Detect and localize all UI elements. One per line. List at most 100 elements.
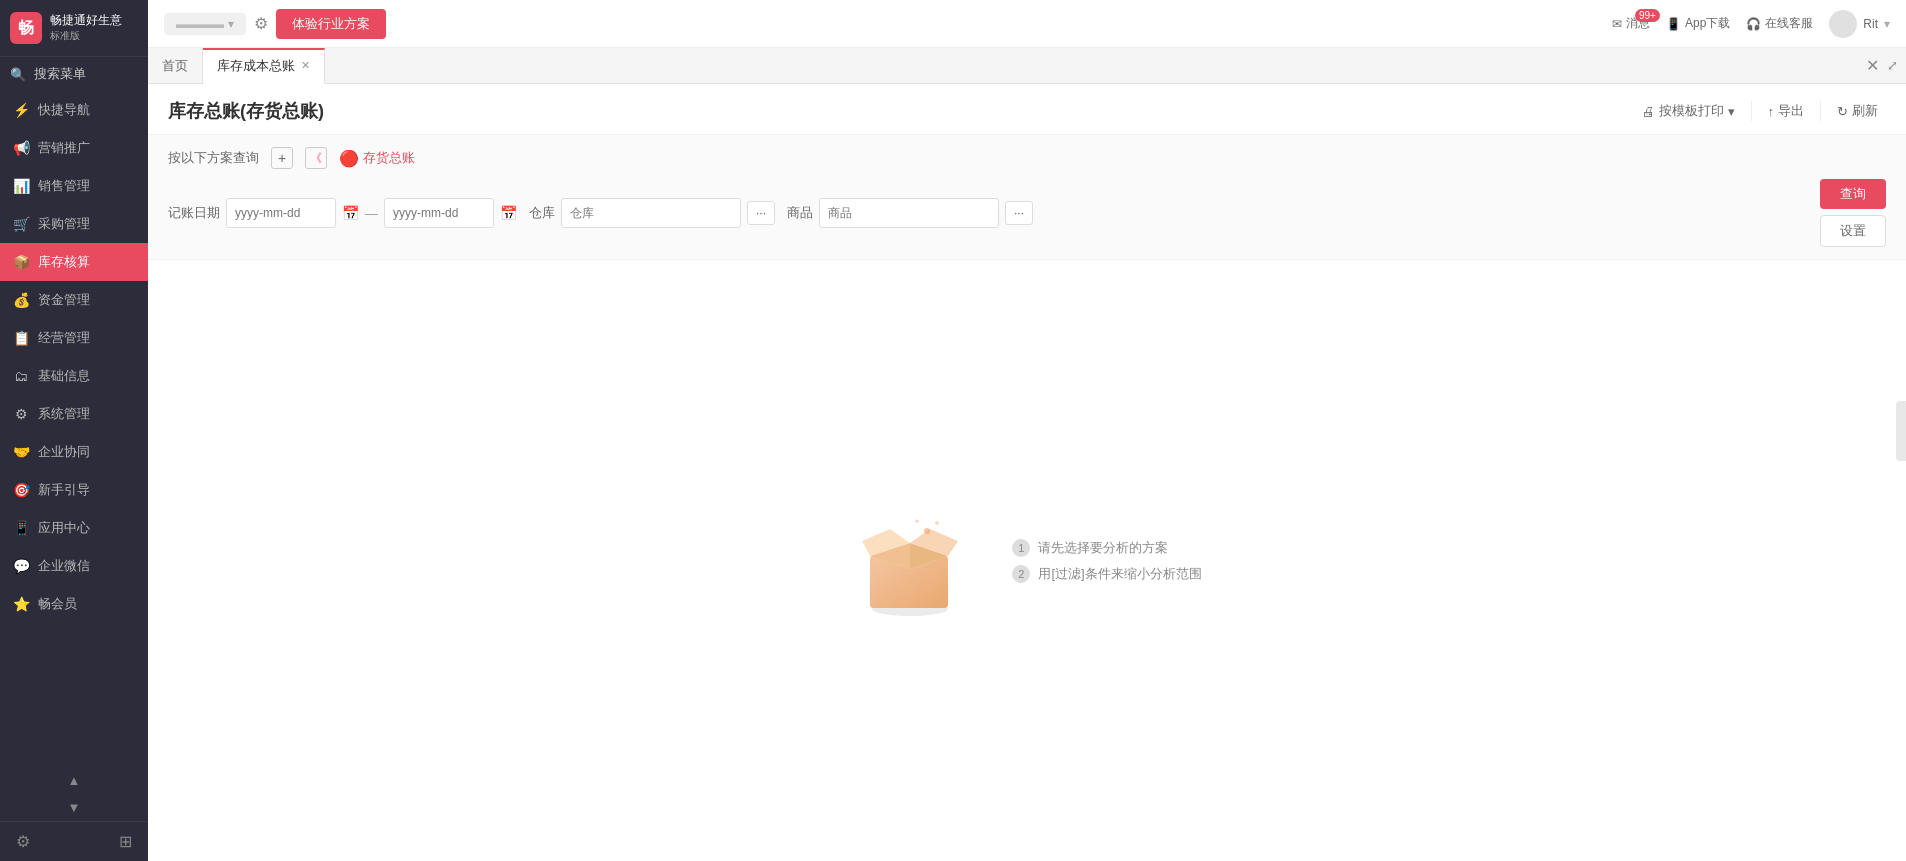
filter-collapse-btn[interactable]: 《	[305, 147, 327, 169]
sidebar-item-apps[interactable]: 📱 应用中心	[0, 509, 148, 547]
member-icon: ⭐	[12, 595, 30, 613]
sidebar-item-inventory[interactable]: 📦 库存核算	[0, 243, 148, 281]
breadcrumb[interactable]: ▬▬▬▬ ▾	[164, 13, 246, 35]
date-filter-group: 记账日期 📅 — 📅	[168, 198, 517, 228]
sidebar-item-label: 快捷导航	[38, 101, 90, 119]
content-area: 库存总账(存货总账) 🖨 按模板打印 ▾ ↑ 导出 ↻ 刷新	[148, 84, 1906, 861]
actions-divider	[1751, 101, 1752, 121]
tab-inventory-ledger[interactable]: 库存成本总账 ✕	[203, 48, 325, 84]
app-download-btn[interactable]: 📱 App下载	[1666, 15, 1730, 32]
sidebar-item-finance[interactable]: 💰 资金管理	[0, 281, 148, 319]
calendar-from-icon[interactable]: 📅	[342, 205, 359, 221]
topbar-gear-icon[interactable]: ⚙	[254, 14, 268, 33]
filter-row: 记账日期 📅 — 📅 仓库 ··· 商品 ···	[168, 179, 1886, 247]
online-service-btn[interactable]: 🎧 在线客服	[1746, 15, 1813, 32]
tab-home[interactable]: 首页	[148, 48, 203, 84]
date-separator: —	[365, 206, 378, 221]
refresh-icon: ↻	[1837, 104, 1848, 119]
marketing-icon: 📢	[12, 139, 30, 157]
warehouse-label: 仓库	[529, 204, 555, 222]
app-logo: 畅 畅捷通好生意 标准版	[0, 0, 148, 57]
export-label: 导出	[1778, 102, 1804, 120]
filter-label: 按以下方案查询	[168, 149, 259, 167]
sidebar-item-wechat[interactable]: 💬 企业微信	[0, 547, 148, 585]
logo-icon: 畅	[10, 12, 42, 44]
filter-scheme[interactable]: 🔴 存货总账	[339, 149, 415, 168]
svg-point-8	[924, 528, 930, 534]
search-label: 搜索菜单	[34, 65, 86, 83]
filter-area: 按以下方案查询 + 《 🔴 存货总账 记账日期 📅 — 📅	[148, 135, 1906, 260]
settings-btn[interactable]: 设置	[1820, 215, 1886, 247]
export-icon: ↑	[1768, 104, 1775, 119]
sales-icon: 📊	[12, 177, 30, 195]
warehouse-input[interactable]	[561, 198, 741, 228]
page-title: 库存总账(存货总账)	[168, 99, 324, 123]
sidebar-item-system[interactable]: ⚙ 系统管理	[0, 395, 148, 433]
main-area: ▬▬▬▬ ▾ ⚙ 体验行业方案 ✉ 消息 99+ 📱 App下载 🎧 在线客服	[148, 0, 1906, 861]
sidebar-item-operations[interactable]: 📋 经营管理	[0, 319, 148, 357]
base-icon: 🗂	[12, 367, 30, 385]
empty-tips: 1 请先选择要分析的方案 2 用[过滤]条件来缩小分析范围	[1012, 539, 1201, 583]
date-to-input[interactable]	[384, 198, 494, 228]
empty-svg	[852, 501, 972, 621]
collapse-icon[interactable]: ⊞	[119, 832, 132, 851]
page-header: 库存总账(存货总账) 🖨 按模板打印 ▾ ↑ 导出 ↻ 刷新	[148, 84, 1906, 135]
page-actions: 🖨 按模板打印 ▾ ↑ 导出 ↻ 刷新	[1634, 98, 1887, 124]
print-label: 按模板打印	[1659, 102, 1724, 120]
sidebar-item-label: 企业微信	[38, 557, 90, 575]
sidebar-scroll-up[interactable]: ▲	[0, 767, 148, 794]
filter-add-btn[interactable]: +	[271, 147, 293, 169]
print-chevron-icon: ▾	[1728, 104, 1735, 119]
tab-panel-actions: ✕ ⤢	[1866, 56, 1906, 75]
tip-text-2: 用[过滤]条件来缩小分析范围	[1038, 565, 1201, 583]
right-panel-toggle[interactable]	[1896, 401, 1906, 461]
sidebar-item-marketing[interactable]: 📢 营销推广	[0, 129, 148, 167]
warehouse-more-btn[interactable]: ···	[747, 201, 775, 225]
empty-state: 1 请先选择要分析的方案 2 用[过滤]条件来缩小分析范围	[148, 260, 1906, 861]
goods-more-btn[interactable]: ···	[1005, 201, 1033, 225]
scheme-icon: 🔴	[339, 149, 359, 168]
tip-num-1: 1	[1012, 539, 1030, 557]
sidebar-item-label: 销售管理	[38, 177, 90, 195]
refresh-btn[interactable]: ↻ 刷新	[1829, 98, 1886, 124]
sidebar-item-quick-nav[interactable]: ⚡ 快捷导航	[0, 91, 148, 129]
print-btn[interactable]: 🖨 按模板打印 ▾	[1634, 98, 1743, 124]
sidebar-search[interactable]: 🔍 搜索菜单	[0, 57, 148, 91]
query-btn[interactable]: 查询	[1820, 179, 1886, 209]
tab-close-icon[interactable]: ✕	[301, 59, 310, 72]
purchase-icon: 🛒	[12, 215, 30, 233]
sidebar-item-cooperation[interactable]: 🤝 企业协同	[0, 433, 148, 471]
export-btn[interactable]: ↑ 导出	[1760, 98, 1813, 124]
message-badge: 99+	[1635, 9, 1660, 22]
empty-tip-1: 1 请先选择要分析的方案	[1012, 539, 1201, 557]
system-icon: ⚙	[12, 405, 30, 423]
calendar-to-icon[interactable]: 📅	[500, 205, 517, 221]
panel-close-icon[interactable]: ✕	[1866, 56, 1879, 75]
settings-icon[interactable]: ⚙	[16, 832, 30, 851]
sidebar-item-guide[interactable]: 🎯 新手引导	[0, 471, 148, 509]
goods-input[interactable]	[819, 198, 999, 228]
avatar	[1829, 10, 1857, 38]
operations-icon: 📋	[12, 329, 30, 347]
sidebar-item-label: 采购管理	[38, 215, 90, 233]
sidebar-item-label: 库存核算	[38, 253, 90, 271]
topbar-left: ▬▬▬▬ ▾ ⚙ 体验行业方案	[164, 9, 1604, 39]
sidebar-item-member[interactable]: ⭐ 畅会员	[0, 585, 148, 623]
industry-btn[interactable]: 体验行业方案	[276, 9, 386, 39]
sidebar-item-label: 应用中心	[38, 519, 90, 537]
sidebar-item-label: 系统管理	[38, 405, 90, 423]
tabs-bar: 首页 库存成本总账 ✕ ✕ ⤢	[148, 48, 1906, 84]
messages-btn[interactable]: ✉ 消息 99+	[1612, 15, 1650, 32]
user-menu[interactable]: Rit ▾	[1829, 10, 1890, 38]
sidebar-item-base[interactable]: 🗂 基础信息	[0, 357, 148, 395]
sidebar-item-sales[interactable]: 📊 销售管理	[0, 167, 148, 205]
tip-num-2: 2	[1012, 565, 1030, 583]
sidebar-scroll-down[interactable]: ▼	[0, 794, 148, 821]
breadcrumb-chevron: ▾	[228, 17, 234, 31]
panel-expand-icon[interactable]: ⤢	[1887, 58, 1898, 73]
sidebar-item-purchase[interactable]: 🛒 采购管理	[0, 205, 148, 243]
finance-icon: 💰	[12, 291, 30, 309]
sidebar-item-label: 营销推广	[38, 139, 90, 157]
date-from-input[interactable]	[226, 198, 336, 228]
empty-tip-2: 2 用[过滤]条件来缩小分析范围	[1012, 565, 1201, 583]
